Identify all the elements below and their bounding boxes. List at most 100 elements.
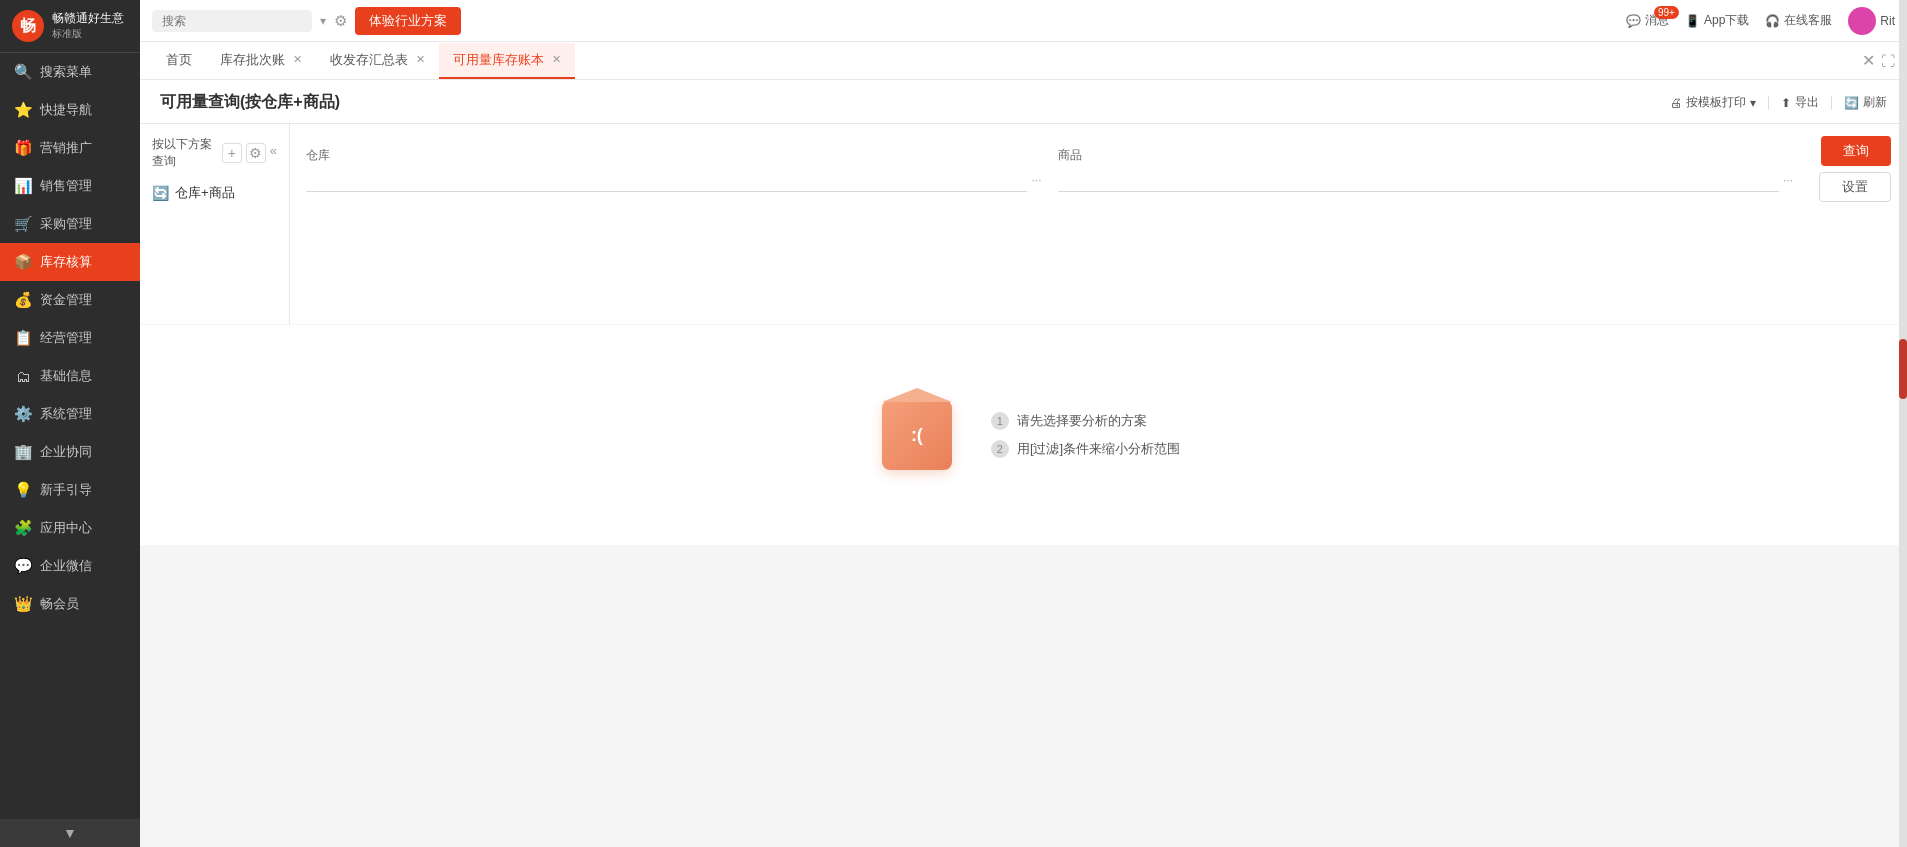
tab-batch[interactable]: 库存批次账 ✕ bbox=[206, 43, 316, 79]
sidebar-item-label: 库存核算 bbox=[40, 253, 92, 271]
tab-summary-close[interactable]: ✕ bbox=[416, 53, 425, 66]
sidebar-item-quicknav[interactable]: ⭐ 快捷导航 bbox=[0, 91, 140, 129]
filter-warehouse-label: 仓库 bbox=[306, 147, 1042, 164]
sidebar-item-inventory[interactable]: 📦 库存核算 bbox=[0, 243, 140, 281]
brand: 畅 畅赣通好生意 标准版 bbox=[0, 0, 140, 53]
tab-home-label: 首页 bbox=[166, 51, 192, 69]
refresh-icon: 🔄 bbox=[1844, 96, 1859, 110]
inventory-icon: 📦 bbox=[14, 253, 32, 271]
settings-button[interactable]: 设置 bbox=[1819, 172, 1891, 202]
sales-icon: 📊 bbox=[14, 177, 32, 195]
newguide-icon: 💡 bbox=[14, 481, 32, 499]
tab-summary[interactable]: 收发存汇总表 ✕ bbox=[316, 43, 439, 79]
refresh-button[interactable]: 🔄 刷新 bbox=[1844, 94, 1887, 111]
sidebar-item-member[interactable]: 👑 畅会员 bbox=[0, 585, 140, 623]
quicknav-icon: ⭐ bbox=[14, 101, 32, 119]
tab-batch-close[interactable]: ✕ bbox=[293, 53, 302, 66]
page-title: 可用量查询(按仓库+商品) bbox=[160, 92, 340, 113]
finance-icon: 💰 bbox=[14, 291, 32, 309]
topbar-gear-icon[interactable]: ⚙ bbox=[334, 12, 347, 30]
filter-warehouse-more[interactable]: ··· bbox=[1031, 173, 1041, 187]
right-scrollbar[interactable] bbox=[1899, 0, 1907, 847]
purchase-icon: 🛒 bbox=[14, 215, 32, 233]
scheme-warehouse-goods[interactable]: 🔄 仓库+商品 bbox=[140, 178, 289, 208]
query-sidebar-collapse-button[interactable]: « bbox=[270, 143, 277, 163]
topbar-dropdown-arrow[interactable]: ▾ bbox=[320, 14, 326, 28]
sidebar-item-label: 基础信息 bbox=[40, 367, 92, 385]
topbar-search-input[interactable] bbox=[152, 10, 312, 32]
sidebar-item-label: 畅会员 bbox=[40, 595, 79, 613]
sidebar-item-label: 经营管理 bbox=[40, 329, 92, 347]
sidebar-item-label: 销售管理 bbox=[40, 177, 92, 195]
sidebar-item-sales[interactable]: 📊 销售管理 bbox=[0, 167, 140, 205]
topbar: ▾ ⚙ 体验行业方案 💬 消息 99+ 📱 App下载 🎧 在线客服 Rit bbox=[140, 0, 1907, 42]
sidebar-item-appcenter[interactable]: 🧩 应用中心 bbox=[0, 509, 140, 547]
empty-text: 1 请先选择要分析的方案 2 用[过滤]条件来缩小分析范围 bbox=[991, 412, 1180, 458]
tab-home[interactable]: 首页 bbox=[152, 43, 206, 79]
wxenterprise-icon: 💬 bbox=[14, 557, 32, 575]
sidebar-item-label: 采购管理 bbox=[40, 215, 92, 233]
filter-warehouse: 仓库 ··· bbox=[306, 147, 1042, 192]
filter-warehouse-input[interactable] bbox=[306, 168, 1027, 192]
query-sidebar-title: 按以下方案查询 bbox=[152, 136, 222, 170]
tabs-expand-button[interactable]: ⛶ bbox=[1881, 53, 1895, 69]
filter-goods-more[interactable]: ··· bbox=[1783, 173, 1793, 187]
sidebar-item-finance[interactable]: 💰 资金管理 bbox=[0, 281, 140, 319]
tab-summary-label: 收发存汇总表 bbox=[330, 51, 408, 69]
step1-text: 请先选择要分析的方案 bbox=[1017, 412, 1147, 430]
sidebar: 畅 畅赣通好生意 标准版 🔍 搜索菜单 ⭐ 快捷导航 🎁 营销推广 📊 销售管理… bbox=[0, 0, 140, 847]
scheme-icon: 🔄 bbox=[152, 185, 169, 201]
add-scheme-button[interactable]: + bbox=[222, 143, 242, 163]
print-dropdown-icon[interactable]: ▾ bbox=[1750, 96, 1756, 110]
divider-1 bbox=[1768, 96, 1769, 110]
sidebar-item-label: 企业微信 bbox=[40, 557, 92, 575]
basic-icon: 🗂 bbox=[14, 368, 32, 385]
empty-box-icon bbox=[882, 400, 952, 470]
divider-2 bbox=[1831, 96, 1832, 110]
sidebar-item-label: 应用中心 bbox=[40, 519, 92, 537]
tab-available-close[interactable]: ✕ bbox=[552, 53, 561, 66]
app-download-button[interactable]: 📱 App下载 bbox=[1685, 12, 1749, 29]
sidebar-item-newguide[interactable]: 💡 新手引导 bbox=[0, 471, 140, 509]
message-button[interactable]: 💬 消息 99+ bbox=[1626, 12, 1669, 29]
tab-batch-label: 库存批次账 bbox=[220, 51, 285, 69]
message-badge: 99+ bbox=[1654, 6, 1679, 19]
sidebar-item-enterprise[interactable]: 🏢 企业协同 bbox=[0, 433, 140, 471]
appcenter-icon: 🧩 bbox=[14, 519, 32, 537]
scrollbar-thumb[interactable] bbox=[1899, 339, 1907, 399]
topbar-industry-button[interactable]: 体验行业方案 bbox=[355, 7, 461, 35]
sidebar-scroll-down[interactable]: ▼ bbox=[0, 819, 140, 847]
online-service-button[interactable]: 🎧 在线客服 bbox=[1765, 12, 1832, 29]
query-button[interactable]: 查询 bbox=[1821, 136, 1891, 166]
tabs-close-all-button[interactable]: ✕ bbox=[1862, 51, 1875, 70]
filter-warehouse-input-row: ··· bbox=[306, 168, 1042, 192]
sidebar-item-label: 快捷导航 bbox=[40, 101, 92, 119]
empty-illustration bbox=[867, 385, 967, 485]
query-main: 仓库 ··· 商品 ··· 查询 bbox=[290, 124, 1907, 324]
scheme-settings-button[interactable]: ⚙ bbox=[246, 143, 266, 163]
avatar bbox=[1848, 7, 1876, 35]
sidebar-item-label: 系统管理 bbox=[40, 405, 92, 423]
sidebar-item-search[interactable]: 🔍 搜索菜单 bbox=[0, 53, 140, 91]
enterprise-icon: 🏢 bbox=[14, 443, 32, 461]
sidebar-item-wxenterprise[interactable]: 💬 企业微信 bbox=[0, 547, 140, 585]
print-label: 按模板打印 bbox=[1686, 94, 1746, 111]
tabs-bar: 首页 库存批次账 ✕ 收发存汇总表 ✕ 可用量库存账本 ✕ ✕ ⛶ bbox=[140, 42, 1907, 80]
sidebar-item-marketing[interactable]: 🎁 营销推广 bbox=[0, 129, 140, 167]
user-profile-button[interactable]: Rit bbox=[1848, 7, 1895, 35]
tab-available[interactable]: 可用量库存账本 ✕ bbox=[439, 43, 575, 79]
filter-goods-input[interactable] bbox=[1058, 168, 1779, 192]
sidebar-item-label: 资金管理 bbox=[40, 291, 92, 309]
export-label: 导出 bbox=[1795, 94, 1819, 111]
step2-circle: 2 bbox=[991, 440, 1009, 458]
topbar-right: 💬 消息 99+ 📱 App下载 🎧 在线客服 Rit bbox=[1626, 7, 1895, 35]
sidebar-item-system[interactable]: ⚙️ 系统管理 bbox=[0, 395, 140, 433]
empty-step2: 2 用[过滤]条件来缩小分析范围 bbox=[991, 440, 1180, 458]
user-name: Rit bbox=[1880, 14, 1895, 28]
export-button[interactable]: ⬆ 导出 bbox=[1781, 94, 1819, 111]
print-button[interactable]: 🖨 按模板打印 ▾ bbox=[1670, 94, 1756, 111]
sidebar-item-operations[interactable]: 📋 经营管理 bbox=[0, 319, 140, 357]
sidebar-item-basic[interactable]: 🗂 基础信息 bbox=[0, 357, 140, 395]
sidebar-item-purchase[interactable]: 🛒 采购管理 bbox=[0, 205, 140, 243]
query-sidebar: 按以下方案查询 + ⚙ « 🔄 仓库+商品 bbox=[140, 124, 290, 324]
